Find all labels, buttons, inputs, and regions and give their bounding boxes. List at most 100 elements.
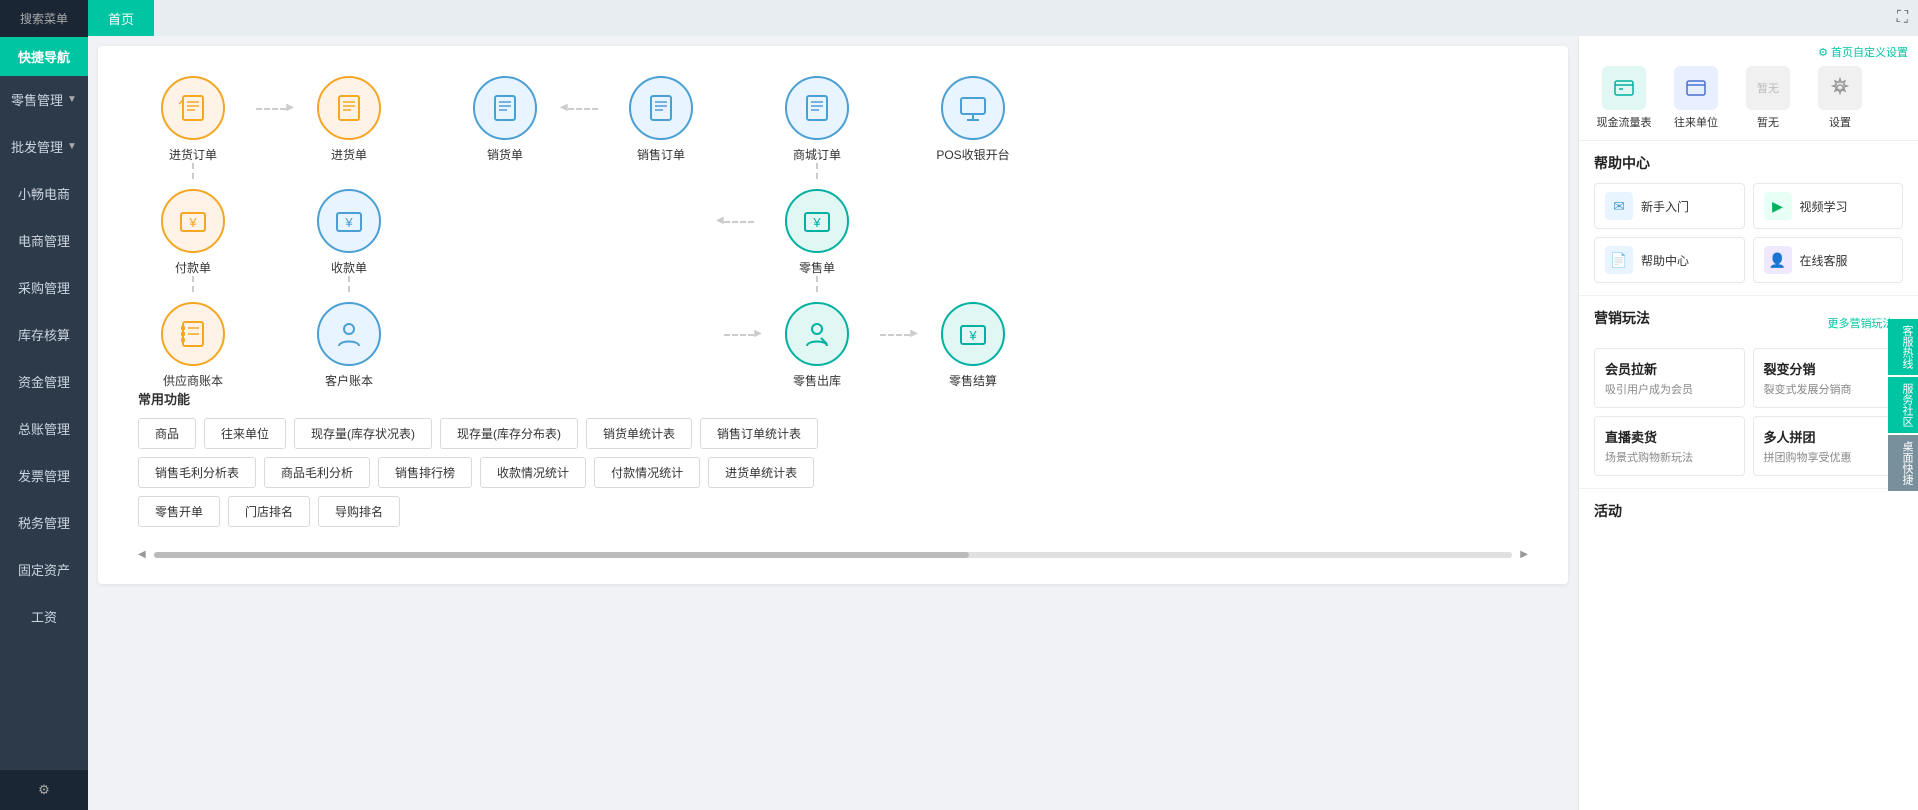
help-item-service[interactable]: 👤 在线客服 bbox=[1753, 237, 1904, 283]
func-btn-goods-profit[interactable]: 商品毛利分析 bbox=[264, 457, 370, 488]
sidebar-item-ecommerce-small[interactable]: 小畅电商 bbox=[0, 170, 88, 217]
marketing-item-group[interactable]: 多人拼团 拼团购物享受优惠 bbox=[1753, 416, 1904, 476]
flow-node-retail-out[interactable]: 零售出库 bbox=[762, 302, 872, 389]
scroll-left-btn[interactable]: ◀ bbox=[138, 549, 146, 560]
marketing-section: 营销玩法 更多营销玩法 > 会员拉新 吸引用户成为会员 裂变分销 裂变式发展分销… bbox=[1579, 295, 1918, 488]
marketing-item-split[interactable]: 裂变分销 裂变式发展分销商 bbox=[1753, 348, 1904, 408]
float-btn-desktop[interactable]: 桌面快捷 bbox=[1888, 435, 1918, 491]
sidebar-item-salary[interactable]: 工资 bbox=[0, 593, 88, 640]
help-label: 帮助中心 bbox=[1641, 252, 1689, 269]
func-grid-1: 商品 往来单位 现存量(库存状况表) 现存量(库存分布表) 销货单统计表 销售订… bbox=[138, 418, 1528, 449]
flow-node-pos[interactable]: POS收银开台 bbox=[918, 76, 1028, 163]
group-title: 多人拼团 bbox=[1764, 427, 1893, 446]
shortcut-cashflow[interactable]: 现金流量表 bbox=[1594, 66, 1654, 130]
flow-node-retail[interactable]: ¥ 零售单 bbox=[762, 189, 872, 276]
help-item-video[interactable]: ▶ 视频学习 bbox=[1753, 183, 1904, 229]
sidebar-nav-header[interactable]: 快捷导航 bbox=[0, 37, 88, 76]
sidebar-item-ledger[interactable]: 总账管理 bbox=[0, 405, 88, 452]
content-area: 进货订单 ▶ 进货单 bbox=[88, 36, 1918, 810]
float-sidebar: 客服热线 服务社区 桌面快捷 bbox=[1888, 319, 1918, 491]
func-grid-3: 零售开单 门店排名 导购排名 bbox=[138, 496, 1528, 527]
marketing-item-member[interactable]: 会员拉新 吸引用户成为会员 bbox=[1594, 348, 1745, 408]
sale-label: 销货单 bbox=[487, 146, 523, 163]
func-btn-sale-stat[interactable]: 销货单统计表 bbox=[586, 418, 692, 449]
svg-text:¥: ¥ bbox=[188, 215, 197, 230]
sidebar-item-ecommerce[interactable]: 电商管理 bbox=[0, 217, 88, 264]
func-btn-purchase-stat[interactable]: 进货单统计表 bbox=[708, 457, 814, 488]
func-btn-stock-dist[interactable]: 现存量(库存分布表) bbox=[440, 418, 578, 449]
shortcut-none[interactable]: 暂无 暂无 bbox=[1738, 66, 1798, 130]
sidebar-item-label: 资金管理 bbox=[18, 372, 70, 391]
sidebar-item-tax[interactable]: 税务管理 bbox=[0, 499, 88, 546]
func-btn-units[interactable]: 往来单位 bbox=[204, 418, 286, 449]
shortcut-settings[interactable]: 设置 bbox=[1810, 66, 1870, 130]
flow-node-payment[interactable]: ¥ 付款单 bbox=[138, 189, 248, 276]
flow-node-purchase-order[interactable]: 进货订单 bbox=[138, 76, 248, 163]
service-label: 在线客服 bbox=[1800, 252, 1848, 269]
func-btn-stock-status[interactable]: 现存量(库存状况表) bbox=[294, 418, 432, 449]
flow-node-sale-order[interactable]: 销售订单 bbox=[606, 76, 716, 163]
tab-home[interactable]: 首页 bbox=[88, 0, 154, 36]
settings-icon bbox=[1818, 66, 1862, 110]
svg-text:¥: ¥ bbox=[344, 215, 353, 230]
sidebar-item-finance[interactable]: 资金管理 bbox=[0, 358, 88, 405]
flow-node-customer-ledger[interactable]: 客户账本 bbox=[294, 302, 404, 389]
help-section: 帮助中心 ✉ 新手入门 ▶ 视频学习 📄 帮助中心 👤 bbox=[1579, 140, 1918, 295]
func-btn-retail-order[interactable]: 零售开单 bbox=[138, 496, 220, 527]
sidebar-item-inventory[interactable]: 库存核算 bbox=[0, 311, 88, 358]
scroll-track[interactable] bbox=[154, 552, 1513, 558]
customize-button[interactable]: ⚙ 首页自定义设置 bbox=[1818, 44, 1908, 60]
func-btn-guide-rank[interactable]: 导购排名 bbox=[318, 496, 400, 527]
supplier-ledger-icon bbox=[161, 302, 225, 366]
sidebar-settings[interactable]: ⚙ bbox=[0, 770, 88, 810]
scroll-right-btn[interactable]: ▶ bbox=[1520, 549, 1528, 560]
sidebar-item-wholesale[interactable]: 批发管理 ▼ bbox=[0, 123, 88, 170]
shortcut-cashflow-label: 现金流量表 bbox=[1597, 114, 1652, 130]
live-title: 直播卖货 bbox=[1605, 427, 1734, 446]
flow-node-receipt[interactable]: ¥ 收款单 bbox=[294, 189, 404, 276]
sidebar-item-label: 发票管理 bbox=[18, 466, 70, 485]
flow-node-retail-settle[interactable]: ¥ 零售结算 bbox=[918, 302, 1028, 389]
units-icon bbox=[1674, 66, 1718, 110]
sidebar-item-label: 工资 bbox=[31, 607, 57, 626]
func-btn-goods[interactable]: 商品 bbox=[138, 418, 196, 449]
sidebar-search[interactable]: 搜索菜单 bbox=[0, 0, 88, 37]
sidebar-item-label: 零售管理 bbox=[11, 90, 63, 109]
live-sub: 场景式购物新玩法 bbox=[1605, 449, 1734, 465]
sidebar-item-assets[interactable]: 固定资产 bbox=[0, 546, 88, 593]
func-btn-sale-profit[interactable]: 销售毛利分析表 bbox=[138, 457, 256, 488]
help-title: 帮助中心 bbox=[1594, 153, 1903, 173]
marketing-grid: 会员拉新 吸引用户成为会员 裂变分销 裂变式发展分销商 直播卖货 场景式购物新玩… bbox=[1594, 348, 1903, 476]
help-item-beginner[interactable]: ✉ 新手入门 bbox=[1594, 183, 1745, 229]
float-btn-community[interactable]: 服务社区 bbox=[1888, 377, 1918, 433]
shortcut-none-label: 暂无 bbox=[1757, 114, 1779, 130]
sale-order-label: 销售订单 bbox=[637, 146, 685, 163]
func-btn-store-rank[interactable]: 门店排名 bbox=[228, 496, 310, 527]
float-btn-service[interactable]: 客服热线 bbox=[1888, 319, 1918, 375]
marketing-item-live[interactable]: 直播卖货 场景式购物新玩法 bbox=[1594, 416, 1745, 476]
func-btn-sale-rank[interactable]: 销售排行榜 bbox=[378, 457, 472, 488]
retail-label: 零售单 bbox=[799, 259, 835, 276]
flow-node-mall-order[interactable]: 商城订单 bbox=[762, 76, 872, 163]
flow-node-supplier-ledger[interactable]: 供应商账本 bbox=[138, 302, 248, 389]
none-icon: 暂无 bbox=[1746, 66, 1790, 110]
sidebar-item-purchase[interactable]: 采购管理 bbox=[0, 264, 88, 311]
sidebar-item-retail[interactable]: 零售管理 ▼ bbox=[0, 76, 88, 123]
func-btn-sale-order-stat[interactable]: 销售订单统计表 bbox=[700, 418, 818, 449]
receipt-label: 收款单 bbox=[331, 259, 367, 276]
flow-row-3: 供应商账本 客户账本 bbox=[118, 292, 1548, 389]
chevron-down-icon: ▼ bbox=[67, 94, 77, 105]
flow-node-sale[interactable]: 销货单 bbox=[450, 76, 560, 163]
func-btn-payment-stat[interactable]: 付款情况统计 bbox=[594, 457, 700, 488]
mall-order-icon bbox=[785, 76, 849, 140]
retail-out-icon bbox=[785, 302, 849, 366]
flow-node-purchase[interactable]: 进货单 bbox=[294, 76, 404, 163]
video-icon: ▶ bbox=[1764, 192, 1792, 220]
func-btn-receipt-stat[interactable]: 收款情况统计 bbox=[480, 457, 586, 488]
help-item-help[interactable]: 📄 帮助中心 bbox=[1594, 237, 1745, 283]
purchase-icon bbox=[317, 76, 381, 140]
sidebar-item-label: 小畅电商 bbox=[18, 184, 70, 203]
shortcut-units[interactable]: 往来单位 bbox=[1666, 66, 1726, 130]
expand-icon[interactable]: ⛶ bbox=[1887, 0, 1918, 36]
sidebar-item-invoice[interactable]: 发票管理 bbox=[0, 452, 88, 499]
